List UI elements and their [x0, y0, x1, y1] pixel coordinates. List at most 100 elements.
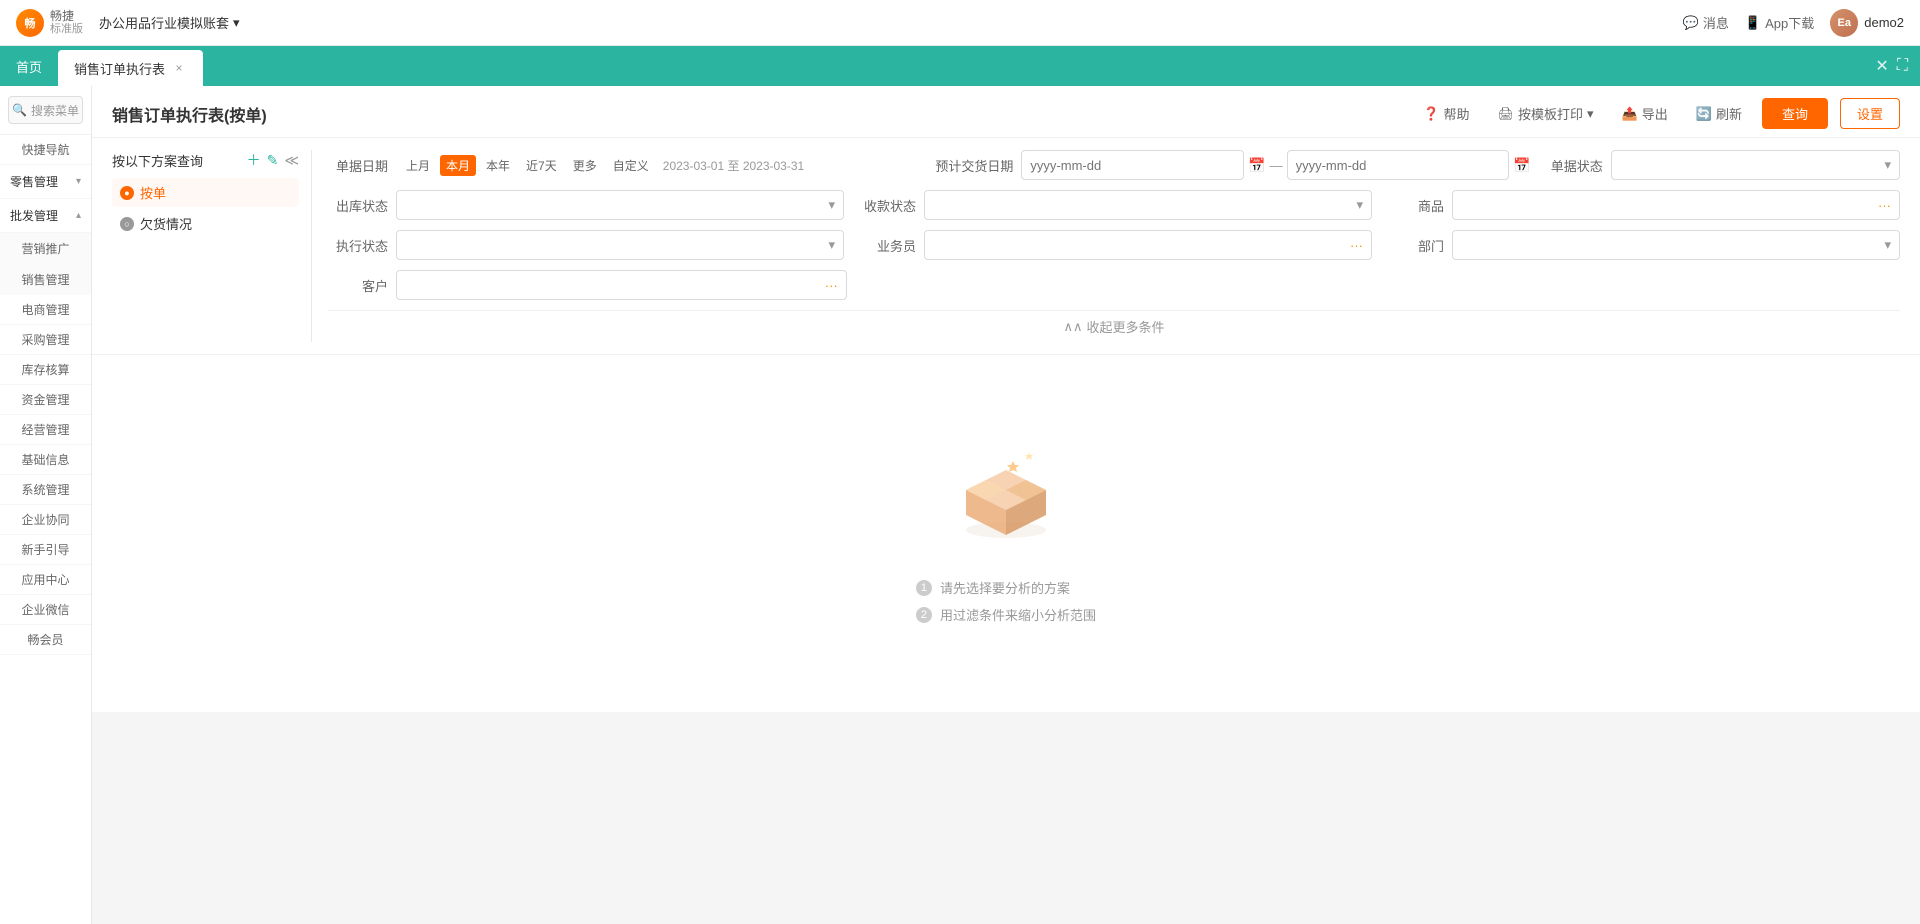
exec-status-label: 执行状态 [328, 236, 388, 255]
sidebar-search-area: 🔍 搜索菜单 [0, 86, 91, 135]
btn-this-month[interactable]: 本月 [440, 155, 476, 176]
sidebar-item-quicknav[interactable]: 快捷导航 [0, 135, 91, 165]
tab-bar: 首页 销售订单执行表 × ✕ ⛶ [0, 46, 1920, 86]
filter-field-single-status: 单据状态 ▾ [1543, 150, 1900, 180]
top-header: 畅 畅捷 标准版 办公用品行业模拟账套 ▾ 💬 消息 📱 App下载 Ea [0, 0, 1920, 46]
logo-area[interactable]: 畅 畅捷 标准版 [16, 9, 83, 37]
app-selector[interactable]: 办公用品行业模拟账套 ▾ [91, 9, 248, 36]
collapse-scheme-icon[interactable]: ≪ [284, 152, 299, 169]
sidebar-subitem-sales[interactable]: 销售管理 [0, 264, 91, 295]
scheme-item-按单[interactable]: ● 按单 [112, 178, 299, 207]
user-name: demo2 [1864, 15, 1904, 30]
btn-last-7days[interactable]: 近7天 [520, 155, 563, 176]
filter-field-expected-date: 预计交货日期 📅 — 📅 [935, 150, 1530, 180]
chevron-up-icon: ▴ [76, 210, 81, 221]
sidebar-subitem-marketing[interactable]: 营销推广 [0, 233, 91, 264]
tab-close-icon[interactable]: × [171, 60, 187, 76]
expected-date-label: 预计交货日期 [935, 156, 1013, 175]
collect-status-label: 收款状态 [856, 196, 916, 215]
tip-item-2: 2 用过滤条件来缩小分析范围 [916, 605, 1096, 624]
export-button[interactable]: 📤 导出 [1614, 100, 1676, 127]
tab-sales-order[interactable]: 销售订单执行表 × [58, 50, 203, 86]
query-button[interactable]: 查询 [1762, 98, 1828, 129]
sidebar-item-system[interactable]: 系统管理 [0, 475, 91, 505]
close-window-icon[interactable]: ✕ [1875, 56, 1888, 76]
out-status-label: 出库状态 [328, 196, 388, 215]
avatar: Ea [1830, 9, 1858, 37]
page-actions: ❓ 帮助 🖨 按模板打印 ▾ 📤 导出 🔄 刷新 [1415, 98, 1900, 129]
main-layout: 🔍 搜索菜单 快捷导航 零售管理 ▾ 批发管理 ▴ 营销推广 销售管理 电商管理… [0, 86, 1920, 924]
tip-num-1: 1 [916, 580, 932, 596]
sidebar-item-newguide[interactable]: 新手引导 [0, 535, 91, 565]
edit-scheme-icon[interactable]: ✎ [267, 152, 279, 169]
tab-home[interactable]: 首页 [0, 46, 58, 86]
sidebar-item-inventory[interactable]: 库存核算 [0, 355, 91, 385]
add-scheme-icon[interactable]: ＋ [247, 150, 261, 170]
expected-date-end[interactable] [1287, 150, 1510, 180]
filter-field-dept: 部门 ▾ [1384, 230, 1900, 260]
btn-more[interactable]: 更多 [567, 155, 603, 176]
btn-this-year[interactable]: 本年 [480, 155, 516, 176]
app-download-button[interactable]: 📱 App下载 [1745, 13, 1814, 32]
sidebar-item-purchase[interactable]: 采购管理 [0, 325, 91, 355]
scheme-dot-inactive: ○ [120, 217, 134, 231]
collapse-button[interactable]: ∧∧ 收起更多条件 [328, 310, 1900, 342]
more-icon: ··· [1350, 238, 1363, 253]
calendar-end-icon[interactable]: 📅 [1513, 157, 1530, 174]
single-status-select[interactable]: ▾ [1611, 150, 1900, 180]
sidebar: 🔍 搜索菜单 快捷导航 零售管理 ▾ 批发管理 ▴ 营销推广 销售管理 电商管理… [0, 86, 92, 924]
empty-illustration [946, 435, 1066, 558]
print-icon: 🖨 [1498, 106, 1515, 122]
dept-select[interactable]: ▾ [1452, 230, 1900, 260]
maximize-icon[interactable]: ⛶ [1897, 57, 1908, 75]
filter-field-salesperson: 业务员 ··· [856, 230, 1372, 260]
chevron-down-icon: ▾ [1884, 157, 1891, 173]
user-area[interactable]: Ea demo2 [1830, 9, 1904, 37]
page-header: 销售订单执行表(按单) ❓ 帮助 🖨 按模板打印 ▾ 📤 导出 [92, 86, 1920, 138]
collect-status-select[interactable]: ▾ [924, 190, 1372, 220]
header-left: 畅 畅捷 标准版 办公用品行业模拟账套 ▾ [16, 9, 248, 37]
sidebar-item-retail[interactable]: 零售管理 ▾ [0, 165, 91, 199]
scheme-dot-active: ● [120, 186, 134, 200]
tab-bar-right: ✕ ⛶ [1875, 56, 1920, 76]
filter-scheme-panel: 按以下方案查询 ＋ ✎ ≪ ● 按单 ○ 欠货情况 [112, 150, 312, 342]
expected-date-start[interactable] [1021, 150, 1244, 180]
help-icon: ❓ [1423, 106, 1439, 122]
salesperson-select[interactable]: ··· [924, 230, 1372, 260]
sidebar-item-appcenter[interactable]: 应用中心 [0, 565, 91, 595]
sidebar-item-business[interactable]: 经营管理 [0, 415, 91, 445]
sidebar-item-wechat[interactable]: 企业微信 [0, 595, 91, 625]
chevron-down-icon: ▾ [76, 176, 81, 187]
out-status-select[interactable]: ▾ [396, 190, 844, 220]
filter-field-out-status: 出库状态 ▾ [328, 190, 844, 220]
chevron-down-icon: ▾ [828, 197, 835, 213]
sidebar-item-ecommerce[interactable]: 电商管理 [0, 295, 91, 325]
page-content: 销售订单执行表(按单) ❓ 帮助 🖨 按模板打印 ▾ 📤 导出 [92, 86, 1920, 712]
sidebar-item-member[interactable]: 畅会员 [0, 625, 91, 655]
filter-fields-panel: 单据日期 上月 本月 本年 近7天 更多 自定义 20 [312, 150, 1900, 342]
btn-custom[interactable]: 自定义 [607, 155, 655, 176]
filter-row-2: 出库状态 ▾ 收款状态 ▾ [328, 190, 1900, 220]
search-icon: 🔍 [12, 103, 27, 117]
sidebar-item-wholesale[interactable]: 批发管理 ▴ [0, 199, 91, 233]
refresh-button[interactable]: 🔄 刷新 [1688, 100, 1750, 127]
scheme-item-欠货情况[interactable]: ○ 欠货情况 [112, 209, 299, 238]
sidebar-item-basic[interactable]: 基础信息 [0, 445, 91, 475]
tip-item-1: 1 请先选择要分析的方案 [916, 578, 1096, 597]
goods-select[interactable]: ··· [1452, 190, 1900, 220]
customer-select[interactable]: ··· [396, 270, 847, 300]
filter-field-exec-status: 执行状态 ▾ [328, 230, 844, 260]
search-menu-button[interactable]: 🔍 搜索菜单 [8, 96, 83, 124]
sidebar-item-enterprise[interactable]: 企业协同 [0, 505, 91, 535]
help-button[interactable]: ❓ 帮助 [1415, 100, 1477, 127]
message-button[interactable]: 💬 消息 [1683, 13, 1729, 32]
btn-last-month[interactable]: 上月 [400, 155, 436, 176]
sidebar-item-finance[interactable]: 资金管理 [0, 385, 91, 415]
template-print-button[interactable]: 🖨 按模板打印 ▾ [1490, 100, 1602, 127]
exec-status-select[interactable]: ▾ [396, 230, 844, 260]
header-right: 💬 消息 📱 App下载 Ea demo2 [1683, 9, 1904, 37]
settings-button[interactable]: 设置 [1840, 98, 1900, 129]
calendar-start-icon[interactable]: 📅 [1248, 157, 1265, 174]
single-status-label: 单据状态 [1543, 156, 1603, 175]
customer-label: 客户 [328, 276, 388, 295]
